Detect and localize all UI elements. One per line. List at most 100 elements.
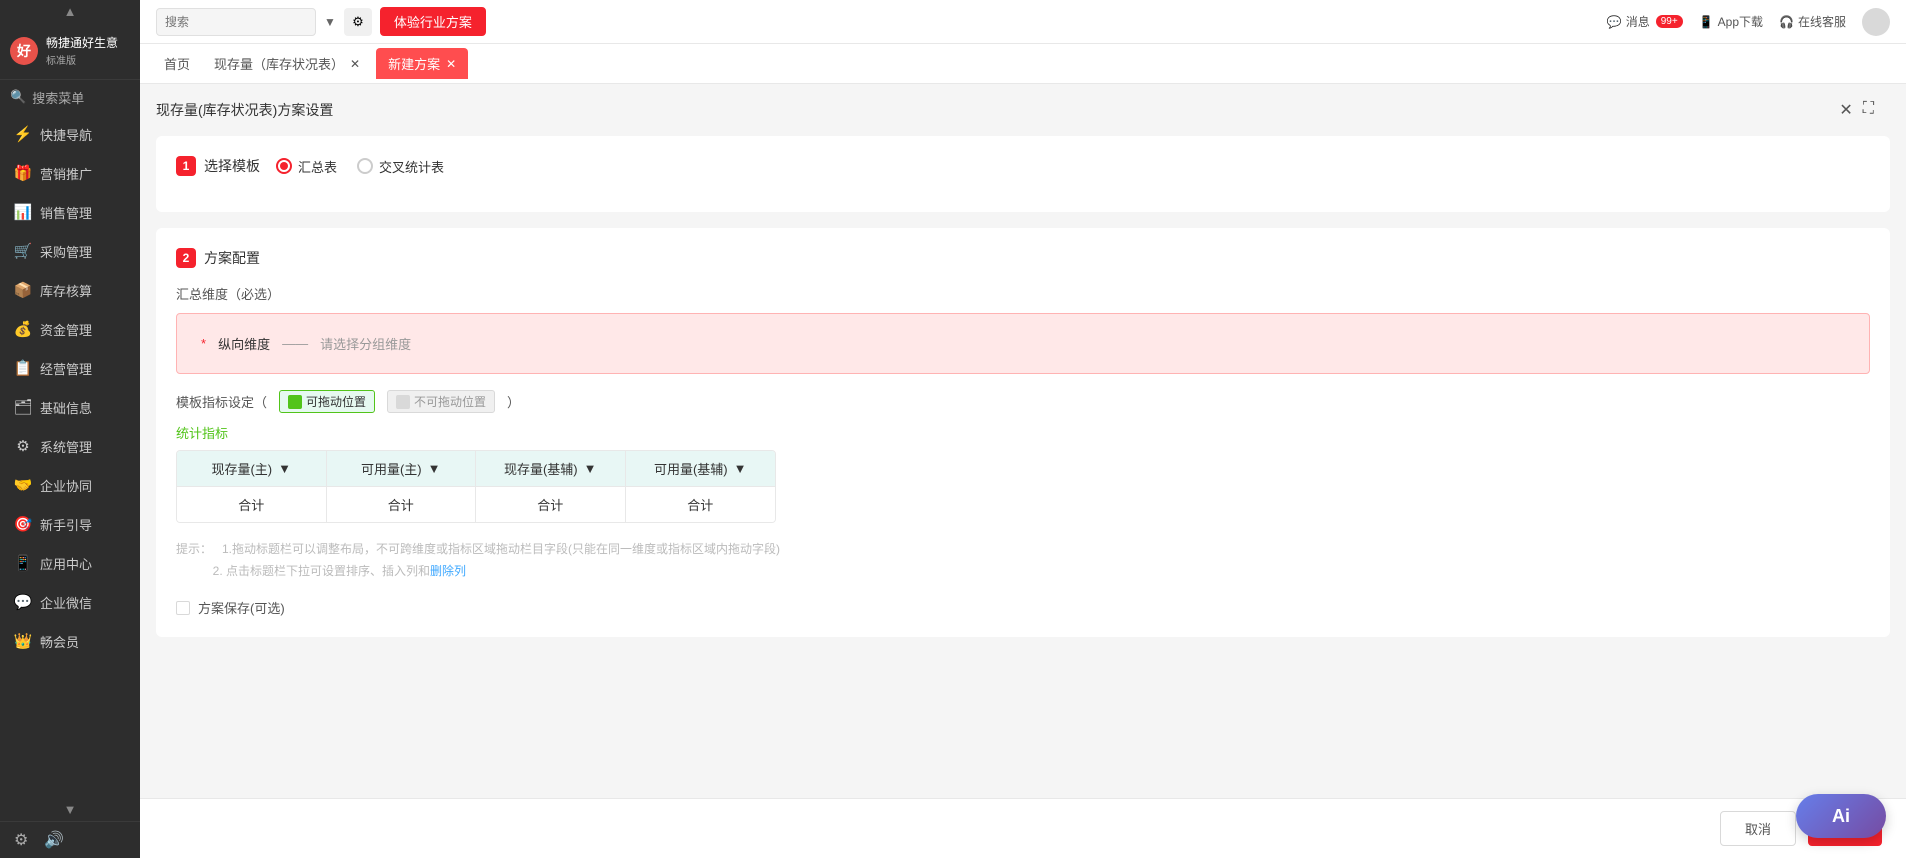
topbar: ▼ ⚙ 体验行业方案 💬 消息 99+ 📱 App下载 🎧 在线客服 — [140, 0, 1906, 44]
tab-inventory-status[interactable]: 现存量（库存状况表） ✕ — [202, 48, 372, 79]
stats-header-col-1[interactable]: 可用量(主) ▼ — [327, 451, 477, 486]
sidebar-item-operations[interactable]: 📋 经营管理 — [0, 349, 140, 388]
stats-header-col-3-label: 可用量(基辅) — [654, 459, 728, 478]
sidebar-item-label: 新手引导 — [40, 515, 92, 534]
settings-icon[interactable]: ⚙ — [14, 830, 28, 850]
sidebar-item-label: 畅会员 — [40, 632, 79, 651]
topbar-search-input[interactable] — [156, 8, 316, 36]
cancel-button[interactable]: 取消 — [1720, 811, 1796, 846]
system-icon: ⚙ — [14, 437, 32, 455]
tab-inventory-close[interactable]: ✕ — [350, 57, 360, 71]
sidebar-item-cooperation[interactable]: 🤝 企业协同 — [0, 466, 140, 505]
dimension-divider: —— — [282, 336, 308, 351]
topbar-left: ▼ ⚙ 体验行业方案 — [156, 7, 486, 36]
operations-icon: 📋 — [14, 359, 32, 377]
save-row: 方案保存(可选) — [176, 598, 1870, 617]
stats-col-0-dropdown-icon[interactable]: ▼ — [278, 461, 291, 476]
dimension-field-name: 纵向维度 — [218, 334, 270, 353]
industry-plan-button[interactable]: 体验行业方案 — [380, 7, 486, 36]
dimension-placeholder: 请选择分组维度 — [320, 334, 411, 353]
sidebar-search[interactable]: 🔍 搜索菜单 — [0, 80, 140, 115]
sidebar-bottom: ⚙ 🔊 — [0, 821, 140, 858]
draggable-color-block — [288, 395, 302, 409]
sidebar-item-inventory[interactable]: 📦 库存核算 — [0, 271, 140, 310]
stats-header-col-2-label: 现存量(基辅) — [504, 459, 578, 478]
avatar[interactable] — [1862, 8, 1890, 36]
basic-icon: 🗂 — [14, 398, 32, 416]
sidebar-item-member[interactable]: 👑 畅会员 — [0, 622, 140, 661]
stats-header-col-3[interactable]: 可用量(基辅) ▼ — [626, 451, 776, 486]
message-button[interactable]: 💬 消息 99+ — [1607, 13, 1683, 30]
stats-table-header: 现存量(主) ▼ 可用量(主) ▼ 现存量(基辅) ▼ 可用量(基辅) ▼ — [177, 451, 775, 486]
indicator-label: 模板指标设定（ 可拖动位置 不可拖动位置 ） — [176, 390, 1870, 413]
sidebar-item-label: 库存核算 — [40, 281, 92, 300]
section1-header: 1 选择模板 汇总表 交叉统计表 — [176, 156, 1870, 176]
purchase-icon: 🛒 — [14, 242, 32, 260]
marketing-icon: 🎁 — [14, 164, 32, 182]
sidebar-item-label: 基础信息 — [40, 398, 92, 417]
sidebar-item-system[interactable]: ⚙ 系统管理 — [0, 427, 140, 466]
app-logo-icon: 好 — [10, 37, 38, 65]
save-label: 方案保存(可选) — [198, 598, 285, 617]
service-label: 在线客服 — [1798, 13, 1846, 30]
search-icon: 🔍 — [10, 89, 26, 105]
stats-cell-0-1: 合计 — [327, 487, 477, 522]
tab-home[interactable]: 首页 — [156, 48, 198, 79]
sidebar-item-label: 应用中心 — [40, 554, 92, 573]
sidebar-item-sales[interactable]: 📊 销售管理 — [0, 193, 140, 232]
radio-summary-table[interactable]: 汇总表 — [276, 157, 337, 176]
sidebar-item-label: 销售管理 — [40, 203, 92, 222]
sidebar-item-apps[interactable]: 📱 应用中心 — [0, 544, 140, 583]
sidebar-item-marketing[interactable]: 🎁 营销推广 — [0, 154, 140, 193]
stats-col-2-dropdown-icon[interactable]: ▼ — [584, 461, 597, 476]
sidebar-item-quick-nav[interactable]: ⚡ 快捷导航 — [0, 115, 140, 154]
stats-header-col-0[interactable]: 现存量(主) ▼ — [177, 451, 327, 486]
panel-close-icon[interactable]: ✕ — [1839, 100, 1852, 120]
footer: 取消 查询 — [140, 798, 1906, 858]
tips-item-2: 2. 点击标题栏下拉可设置排序、插入列和删除列 — [176, 561, 1870, 583]
sidebar-scroll-up[interactable]: ▲ — [0, 0, 140, 23]
online-service-button[interactable]: 🎧 在线客服 — [1779, 13, 1846, 30]
message-label: 消息 — [1626, 13, 1650, 30]
fixed-color-block — [396, 395, 410, 409]
topbar-dropdown-arrow[interactable]: ▼ — [324, 15, 336, 29]
stats-cell-0-0: 合计 — [177, 487, 327, 522]
ai-bubble[interactable]: Ai — [1796, 794, 1886, 838]
sidebar-item-basic[interactable]: 🗂 基础信息 — [0, 388, 140, 427]
radio-summary-dot — [276, 158, 292, 174]
stats-col-3-dropdown-icon[interactable]: ▼ — [734, 461, 747, 476]
app-name-block: 畅捷通好生意 标准版 — [46, 35, 118, 67]
stats-header-col-0-label: 现存量(主) — [211, 459, 272, 478]
tips-section: 提示： 1.拖动标题栏可以调整布局，不可跨维度或指标区域拖动栏目字段(只能在同一… — [176, 539, 1870, 582]
tab-new-plan-close[interactable]: ✕ — [446, 57, 456, 71]
radio-summary-label: 汇总表 — [298, 157, 337, 176]
sidebar: ▲ 好 畅捷通好生意 标准版 🔍 搜索菜单 ⚡ 快捷导航 🎁 营销推广 📊 销售… — [0, 0, 140, 858]
app-download-icon: 📱 — [1699, 15, 1714, 29]
radio-cross-dot — [357, 158, 373, 174]
save-checkbox[interactable] — [176, 601, 190, 615]
sidebar-item-wechat[interactable]: 💬 企业微信 — [0, 583, 140, 622]
radio-cross-label: 交叉统计表 — [379, 157, 444, 176]
sidebar-item-purchase[interactable]: 🛒 采购管理 — [0, 232, 140, 271]
radio-cross-table[interactable]: 交叉统计表 — [357, 157, 444, 176]
sidebar-item-label: 企业微信 — [40, 593, 92, 612]
finance-icon: 💰 — [14, 320, 32, 338]
stats-header-col-2[interactable]: 现存量(基辅) ▼ — [476, 451, 626, 486]
apps-icon: 📱 — [14, 554, 32, 572]
app-edition: 标准版 — [46, 52, 118, 67]
sidebar-item-guide[interactable]: 🎯 新手引导 — [0, 505, 140, 544]
message-badge: 99+ — [1656, 15, 1683, 28]
app-download-button[interactable]: 📱 App下载 — [1699, 13, 1763, 30]
sidebar-item-finance[interactable]: 💰 资金管理 — [0, 310, 140, 349]
volume-icon[interactable]: 🔊 — [44, 830, 64, 850]
topbar-gear-button[interactable]: ⚙ — [344, 8, 372, 36]
tab-new-plan[interactable]: 新建方案 ✕ — [376, 48, 468, 79]
wechat-icon: 💬 — [14, 593, 32, 611]
inventory-icon: 📦 — [14, 281, 32, 299]
sidebar-scroll-down[interactable]: ▼ — [0, 798, 140, 821]
panel-expand-icon[interactable]: ⛶ — [1863, 100, 1874, 120]
dimension-area[interactable]: * 纵向维度 —— 请选择分组维度 — [176, 313, 1870, 374]
template-radio-group: 汇总表 交叉统计表 — [276, 157, 444, 176]
stats-col-1-dropdown-icon[interactable]: ▼ — [428, 461, 441, 476]
stats-header-col-1-label: 可用量(主) — [361, 459, 422, 478]
